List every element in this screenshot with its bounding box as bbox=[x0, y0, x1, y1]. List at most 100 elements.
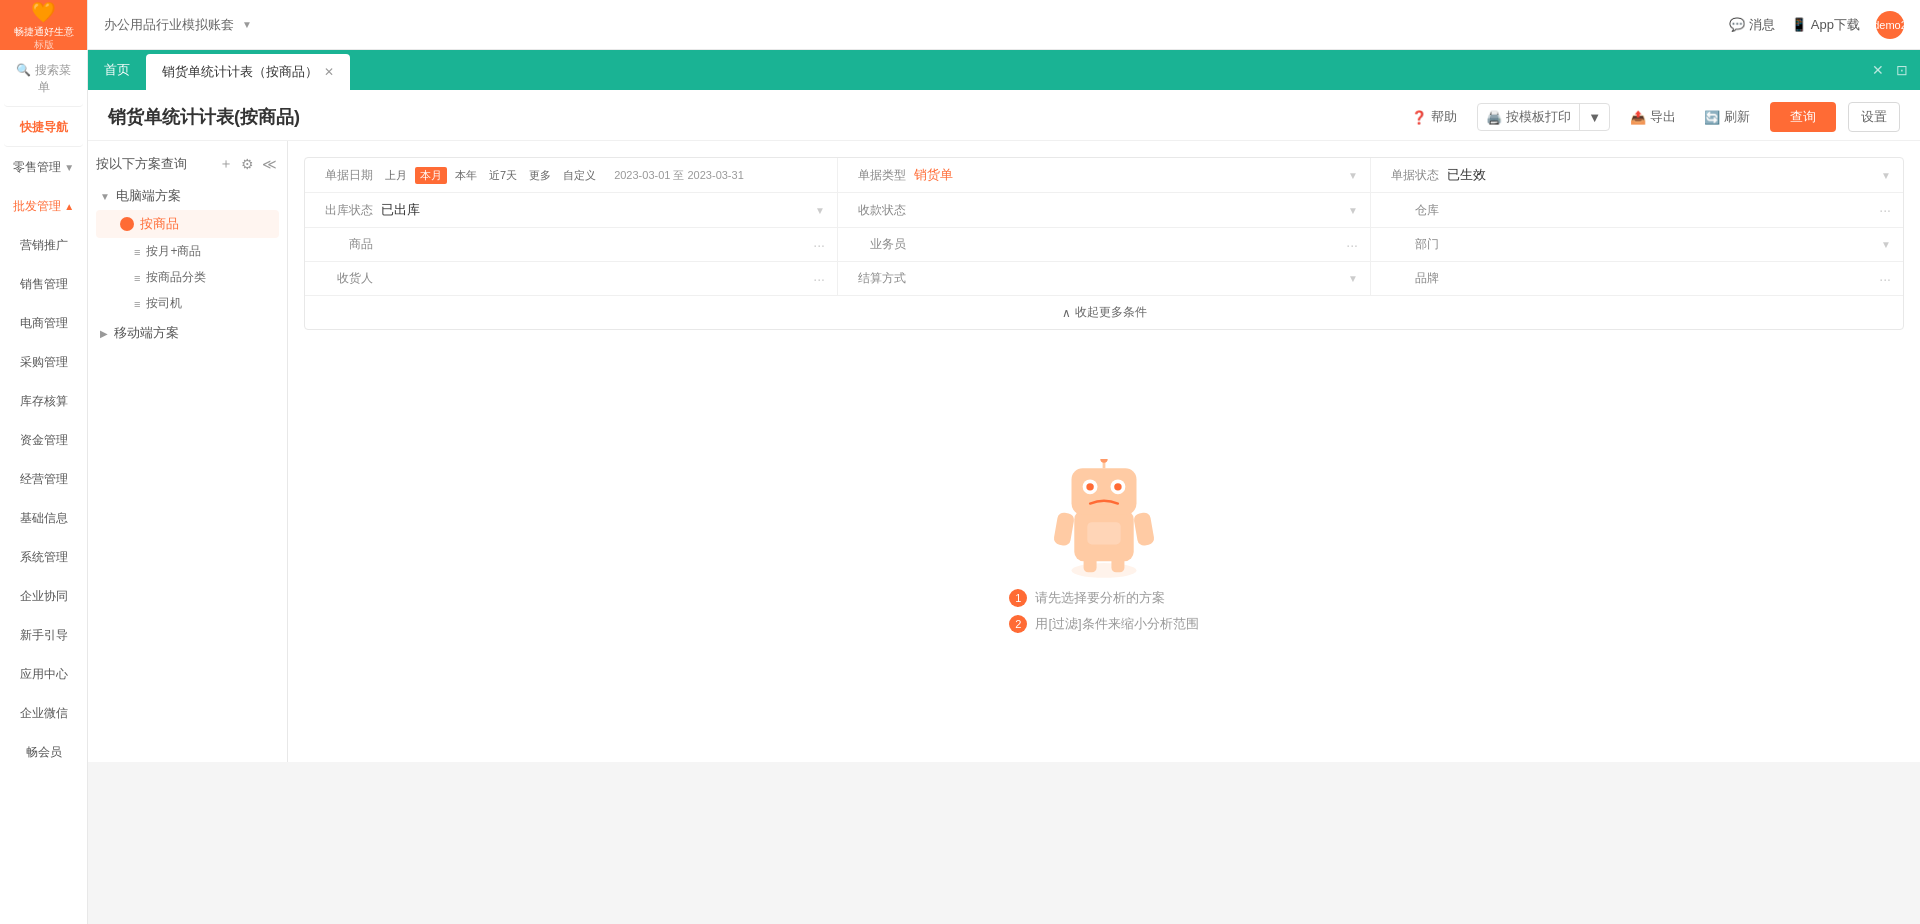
template-print-group: 🖨️ 按模板打印 ▼ bbox=[1477, 103, 1610, 131]
page-content: 销货单统计计表(按商品) ❓ 帮助 🖨️ 按模板打印 ▼ bbox=[88, 90, 1920, 924]
date-btn-more[interactable]: 更多 bbox=[525, 167, 555, 184]
query-button[interactable]: 查询 bbox=[1770, 102, 1836, 132]
sidebar-item-retail[interactable]: 零售管理 ▼ bbox=[4, 149, 83, 186]
doc-type-dropdown-icon[interactable]: ▼ bbox=[1348, 170, 1358, 181]
date-btn-7days[interactable]: 近7天 bbox=[485, 167, 521, 184]
window-maximize-icon[interactable]: ⊡ bbox=[1896, 62, 1908, 78]
sidebar-item-quick-nav[interactable]: 快捷导航 bbox=[4, 109, 83, 147]
refresh-btn[interactable]: 🔄 刷新 bbox=[1696, 104, 1758, 130]
collapse-panel-btn[interactable]: ≪ bbox=[260, 153, 279, 175]
recipient-dots-icon[interactable]: ··· bbox=[813, 271, 825, 287]
svg-rect-7 bbox=[1072, 468, 1137, 514]
tab-close-icon[interactable]: ✕ bbox=[324, 65, 334, 79]
tree-group-mobile-header[interactable]: ▶ 移动端方案 bbox=[96, 320, 279, 346]
collapse-more-conditions-btn[interactable]: ∧ 收起更多条件 bbox=[1062, 304, 1147, 321]
payment-dropdown-icon[interactable]: ▼ bbox=[1348, 205, 1358, 216]
sidebar-item-inventory[interactable]: 库存核算 bbox=[4, 383, 83, 420]
sidebar-item-wholesale[interactable]: 批发管理 ▲ bbox=[4, 188, 83, 225]
filter-label-recipient: 收货人 bbox=[317, 270, 373, 287]
filter-cell-stock-out[interactable]: 出库状态 已出库 ▼ bbox=[305, 193, 838, 227]
edit-scheme-btn[interactable]: ⚙ bbox=[239, 153, 256, 175]
template-print-btn[interactable]: 🖨️ 按模板打印 bbox=[1478, 104, 1580, 130]
sidebar-item-system[interactable]: 系统管理 bbox=[4, 539, 83, 576]
left-panel-title: 按以下方案查询 bbox=[96, 155, 187, 173]
salesperson-dots-icon[interactable]: ··· bbox=[1346, 237, 1358, 253]
filter-label-payment: 收款状态 bbox=[850, 202, 906, 219]
product-dots-icon[interactable]: ··· bbox=[813, 237, 825, 253]
help-btn[interactable]: ❓ 帮助 bbox=[1403, 104, 1465, 130]
tab-home[interactable]: 首页 bbox=[88, 50, 146, 90]
filter-cell-department[interactable]: 部门 ▼ bbox=[1371, 228, 1903, 261]
left-panel-header: 按以下方案查询 ＋ ⚙ ≪ bbox=[96, 153, 279, 175]
sidebar-item-purchase[interactable]: 采购管理 bbox=[4, 344, 83, 381]
sidebar-item-ecommerce[interactable]: 电商管理 bbox=[4, 305, 83, 342]
user-avatar[interactable]: demo2 bbox=[1876, 11, 1904, 39]
sidebar-item-search[interactable]: 🔍 搜索菜单 bbox=[4, 52, 83, 107]
app-download-btn[interactable]: 📱 App下载 bbox=[1791, 16, 1860, 34]
filter-cell-payment[interactable]: 收款状态 ▼ bbox=[838, 193, 1371, 227]
header-actions: 💬 消息 📱 App下载 demo2 bbox=[1729, 11, 1904, 39]
add-scheme-btn[interactable]: ＋ bbox=[217, 153, 235, 175]
filter-cell-date: 单据日期 上月 本月 本年 近7天 更多 自定义 bbox=[305, 158, 838, 192]
sidebar-item-enterprise[interactable]: 企业协同 bbox=[4, 578, 83, 615]
payment-method-dropdown-icon[interactable]: ▼ bbox=[1348, 273, 1358, 284]
settings-button[interactable]: 设置 bbox=[1848, 102, 1900, 132]
sidebar-item-business[interactable]: 经营管理 bbox=[4, 461, 83, 498]
svg-rect-4 bbox=[1053, 512, 1075, 547]
tree-group-pc-header[interactable]: ▼ 电脑端方案 bbox=[96, 183, 279, 209]
tip-number-1: 1 bbox=[1009, 589, 1027, 607]
sidebar-item-guide[interactable]: 新手引导 bbox=[4, 617, 83, 654]
chevron-down-icon: ▼ bbox=[64, 162, 74, 173]
tree-item-by-product[interactable]: 按商品 bbox=[96, 210, 279, 238]
filter-cell-warehouse[interactable]: 仓库 ··· bbox=[1371, 193, 1903, 227]
filter-cell-doc-type[interactable]: 单据类型 销货单 ▼ bbox=[838, 158, 1371, 192]
tree-item-by-product-category[interactable]: ≡ 按商品分类 bbox=[96, 265, 279, 290]
date-btn-last-month[interactable]: 上月 bbox=[381, 167, 411, 184]
template-print-dropdown-btn[interactable]: ▼ bbox=[1580, 106, 1609, 129]
tree-item-by-cashier[interactable]: ≡ 按司机 bbox=[96, 291, 279, 316]
filter-cell-brand[interactable]: 品牌 ··· bbox=[1371, 262, 1903, 295]
empty-tip-2: 2 用[过滤]条件来缩小分析范围 bbox=[1009, 615, 1198, 633]
filter-cell-payment-method[interactable]: 结算方式 ▼ bbox=[838, 262, 1371, 295]
page-title: 销货单统计计表(按商品) bbox=[108, 105, 300, 129]
sidebar-item-member[interactable]: 畅会员 bbox=[4, 734, 83, 771]
sidebar-menu: 🔍 搜索菜单 快捷导航 零售管理 ▼ 批发管理 ▲ 营销推广 销售管理 电商管理… bbox=[0, 50, 87, 924]
sidebar-item-marketing[interactable]: 营销推广 bbox=[4, 227, 83, 264]
filter-label-doc-status: 单据状态 bbox=[1383, 167, 1439, 184]
filter-value-product: ··· bbox=[381, 237, 825, 253]
filter-cell-salesperson[interactable]: 业务员 ··· bbox=[838, 228, 1371, 261]
tab-sales-stat[interactable]: 销货单统计计表（按商品） ✕ bbox=[146, 54, 350, 90]
department-dropdown-icon[interactable]: ▼ bbox=[1881, 239, 1891, 250]
sidebar-item-finance[interactable]: 资金管理 bbox=[4, 422, 83, 459]
workspace-selector[interactable]: 办公用品行业模拟账套 ▼ bbox=[104, 16, 252, 34]
svg-point-0 bbox=[1072, 563, 1137, 578]
sidebar-item-wechat[interactable]: 企业微信 bbox=[4, 695, 83, 732]
message-btn[interactable]: 💬 消息 bbox=[1729, 16, 1775, 34]
filter-cell-recipient[interactable]: 收货人 ··· bbox=[305, 262, 838, 295]
filter-cell-product[interactable]: 商品 ··· bbox=[305, 228, 838, 261]
date-btn-this-year[interactable]: 本年 bbox=[451, 167, 481, 184]
brand-dots-icon[interactable]: ··· bbox=[1879, 271, 1891, 287]
warehouse-dots-icon[interactable]: ··· bbox=[1879, 202, 1891, 218]
doc-status-dropdown-icon[interactable]: ▼ bbox=[1881, 170, 1891, 181]
tree-group-pc-items: 按商品 ≡ 按月+商品 ≡ 按商品分类 ≡ bbox=[96, 210, 279, 316]
download-icon: 📱 bbox=[1791, 17, 1807, 32]
filter-row-2: 出库状态 已出库 ▼ 收款状态 ▼ bbox=[305, 193, 1903, 228]
stock-out-value: 已出库 bbox=[381, 201, 420, 219]
date-btn-this-month[interactable]: 本月 bbox=[415, 167, 447, 184]
date-btn-custom[interactable]: 自定义 bbox=[559, 167, 600, 184]
svg-rect-14 bbox=[1087, 522, 1120, 544]
window-close-icon[interactable]: ✕ bbox=[1872, 62, 1884, 78]
tree-item-by-month-product[interactable]: ≡ 按月+商品 bbox=[96, 239, 279, 264]
stock-out-dropdown-icon[interactable]: ▼ bbox=[815, 205, 825, 216]
sidebar-item-apps[interactable]: 应用中心 bbox=[4, 656, 83, 693]
empty-state: 1 请先选择要分析的方案 2 用[过滤]条件来缩小分析范围 bbox=[304, 346, 1904, 746]
sidebar-item-sales[interactable]: 销售管理 bbox=[4, 266, 83, 303]
message-icon: 💬 bbox=[1729, 17, 1745, 32]
export-btn[interactable]: 📤 导出 bbox=[1622, 104, 1684, 130]
filter-cell-doc-status[interactable]: 单据状态 已生效 ▼ bbox=[1371, 158, 1903, 192]
sidebar-item-basic[interactable]: 基础信息 bbox=[4, 500, 83, 537]
empty-tip-1: 1 请先选择要分析的方案 bbox=[1009, 589, 1198, 607]
top-header: 办公用品行业模拟账套 ▼ 💬 消息 📱 App下载 demo2 bbox=[88, 0, 1920, 50]
svg-rect-5 bbox=[1133, 512, 1155, 547]
